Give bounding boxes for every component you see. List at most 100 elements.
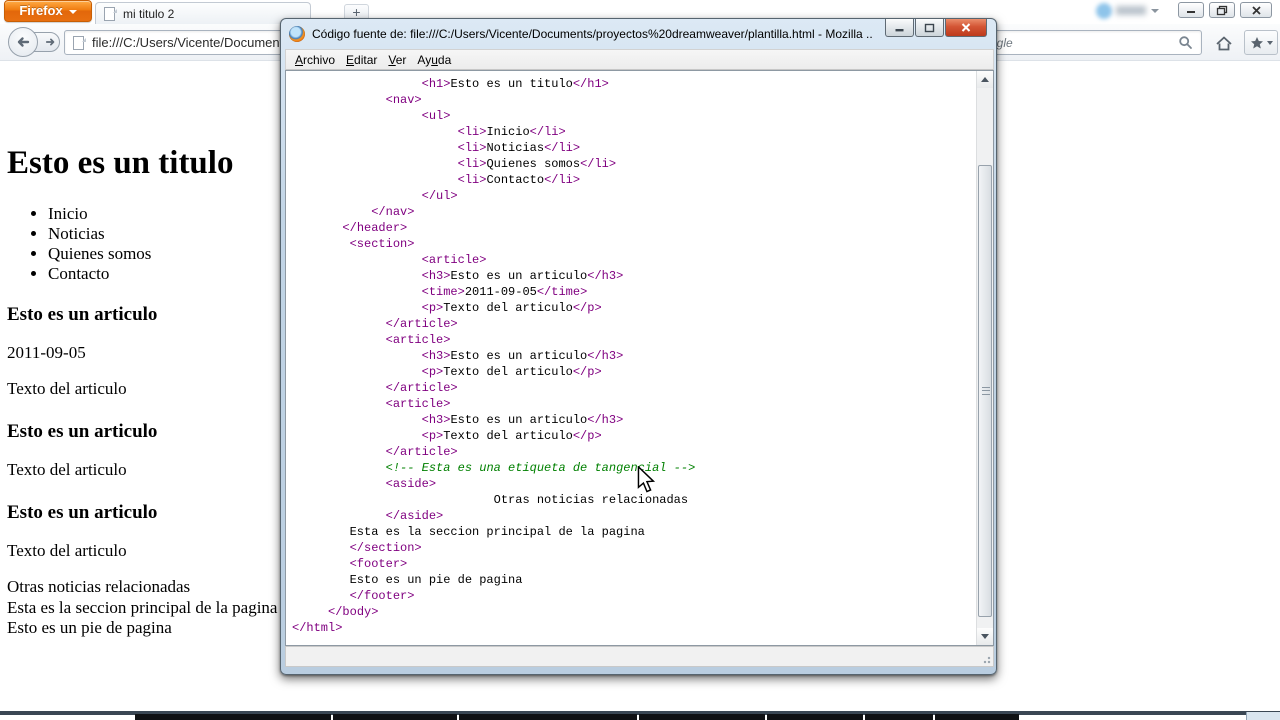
menu-ayuda[interactable]: Ayuda [417,53,451,67]
tab-title: mi titulo 2 [123,6,175,21]
search-placeholder: Google [974,36,1178,50]
taskbar-buttons [135,714,1019,720]
source-code-line: </ul> [421,189,458,203]
source-code-line: <article> [385,397,451,411]
source-code-line: </article> [385,317,458,331]
screen: Esto es un titulo InicioNoticiasQuienes … [0,0,1280,720]
vertical-scrollbar[interactable] [976,71,993,645]
show-desktop-button[interactable] [1246,712,1280,720]
source-code-line: <!-- Esta es una etiqueta de tangencial … [385,461,696,475]
account-name-blurred [1116,6,1146,15]
section-text: Esta es la seccion principal de la pagin… [7,597,278,617]
menu-editar[interactable]: Editar [346,53,377,67]
chevron-down-icon [1151,9,1159,13]
source-code-line: <li>Contacto</li> [457,173,581,187]
source-code-line: <ul> [421,109,451,123]
source-code-line: <p>Texto del articulo</p> [421,365,602,379]
minimize-button[interactable] [1178,2,1204,18]
windows-taskbar [0,710,1280,720]
scroll-down-button[interactable] [977,628,993,645]
source-code-line: </aside> [385,509,444,523]
tab-mi-titulo-2[interactable]: mi titulo 2 [95,2,311,24]
page-tail-text: Otras noticias relacionadas Esta es la s… [7,577,277,639]
chevron-down-icon [1266,40,1273,45]
star-icon [1250,36,1263,48]
article-heading: Esto es un articulo [7,502,158,523]
taskbar-window-button[interactable] [935,714,1019,720]
triangle-down-icon [981,634,989,639]
arrow-cursor-icon [637,466,656,493]
forward-arrow-icon [45,38,54,46]
scrollbar-thumb[interactable] [978,165,992,617]
taskbar-window-button[interactable] [865,714,933,720]
url-text: file:///C:/Users/Vicente/Documents [92,35,290,50]
taskbar-window-button[interactable] [459,714,637,720]
view-source-window: Código fuente de: file:///C:/Users/Vicen… [280,18,997,675]
article-body: Texto del articulo [7,460,127,479]
taskbar-window-button[interactable] [333,714,457,720]
article-body: Texto del articulo [7,379,127,398]
source-code-line: </body> [328,605,379,619]
nav-list-item: Contacto [48,264,151,284]
search-input[interactable]: Google [962,30,1202,55]
firefox-menu-button[interactable]: Firefox [4,0,92,22]
menu-archivo[interactable]: Archivo [295,53,335,67]
article-heading: Esto es un articulo [7,421,158,442]
close-button[interactable] [945,19,987,37]
source-code-line: <section> [349,237,415,251]
nav-list-item: Quienes somos [48,244,151,264]
source-code-line: </footer> [349,589,415,603]
view-source-window-controls [885,19,987,37]
resize-grip-icon[interactable] [980,653,991,664]
restore-button[interactable] [1209,2,1235,18]
source-code-pane[interactable]: <header> <h1>Esto es un titulo</h1> <nav… [286,71,976,645]
view-source-statusbar [285,646,994,667]
taskbar-window-button[interactable] [135,714,331,720]
close-icon [1251,5,1261,15]
view-source-menubar: Archivo Editar Ver Ayuda [285,49,994,70]
source-code-line: <p>Texto del articulo</p> [421,429,602,443]
home-button[interactable] [1208,29,1240,57]
source-code-line: </section> [349,541,422,555]
minimize-button[interactable] [885,19,914,37]
page-favicon-icon [73,35,84,50]
article-body: Texto del articulo [7,541,127,560]
source-code-line: </article> [385,445,458,459]
article-heading: Esto es un articulo [7,304,158,325]
source-code-line: <h3>Esto es un articulo</h3> [421,349,624,363]
source-code-line: <h1>Esto es un titulo</h1> [421,77,609,91]
source-code-line: <aside> [385,477,437,491]
search-icon[interactable] [1178,35,1193,50]
page-nav-list: InicioNoticiasQuienes somosContacto [7,204,151,284]
source-code-line: Esto es un pie de pagina [349,573,523,587]
source-code-line: <h3>Esto es un articulo</h3> [421,269,624,283]
source-code-line: <li>Noticias</li> [457,141,581,155]
view-source-titlebar[interactable]: Código fuente de: file:///C:/Users/Vicen… [281,19,996,49]
page-favicon-icon [104,6,115,21]
source-code: <header> <h1>Esto es un titulo</h1> <nav… [286,71,976,636]
article-date: 2011-09-05 [7,343,86,362]
scroll-up-button[interactable] [977,71,993,88]
scrollbar-grip-icon [982,387,990,395]
taskbar-window-button[interactable] [639,714,765,720]
view-source-title: Código fuente de: file:///C:/Users/Vicen… [312,27,872,41]
source-code-line: </header> [342,221,408,235]
source-code-line: <footer> [349,557,408,571]
footer-text: Esto es un pie de pagina [7,618,172,637]
close-icon [961,23,971,32]
firefox-logo-icon [289,26,305,42]
close-button[interactable] [1240,2,1272,18]
firefox-menu-label: Firefox [19,3,63,18]
back-button[interactable] [8,27,38,57]
page-title: Esto es un titulo [7,145,234,181]
source-code-line: <article> [385,333,451,347]
taskbar-window-button[interactable] [767,714,863,720]
chevron-down-icon [68,9,77,14]
menu-ver[interactable]: Ver [388,53,406,67]
source-code-line: <nav> [385,93,422,107]
view-source-content: <header> <h1>Esto es un titulo</h1> <nav… [285,70,994,646]
source-code-line: <li>Quienes somos</li> [457,157,617,171]
maximize-button[interactable] [915,19,944,37]
bookmarks-button[interactable] [1244,30,1278,55]
minimize-icon [895,28,904,31]
